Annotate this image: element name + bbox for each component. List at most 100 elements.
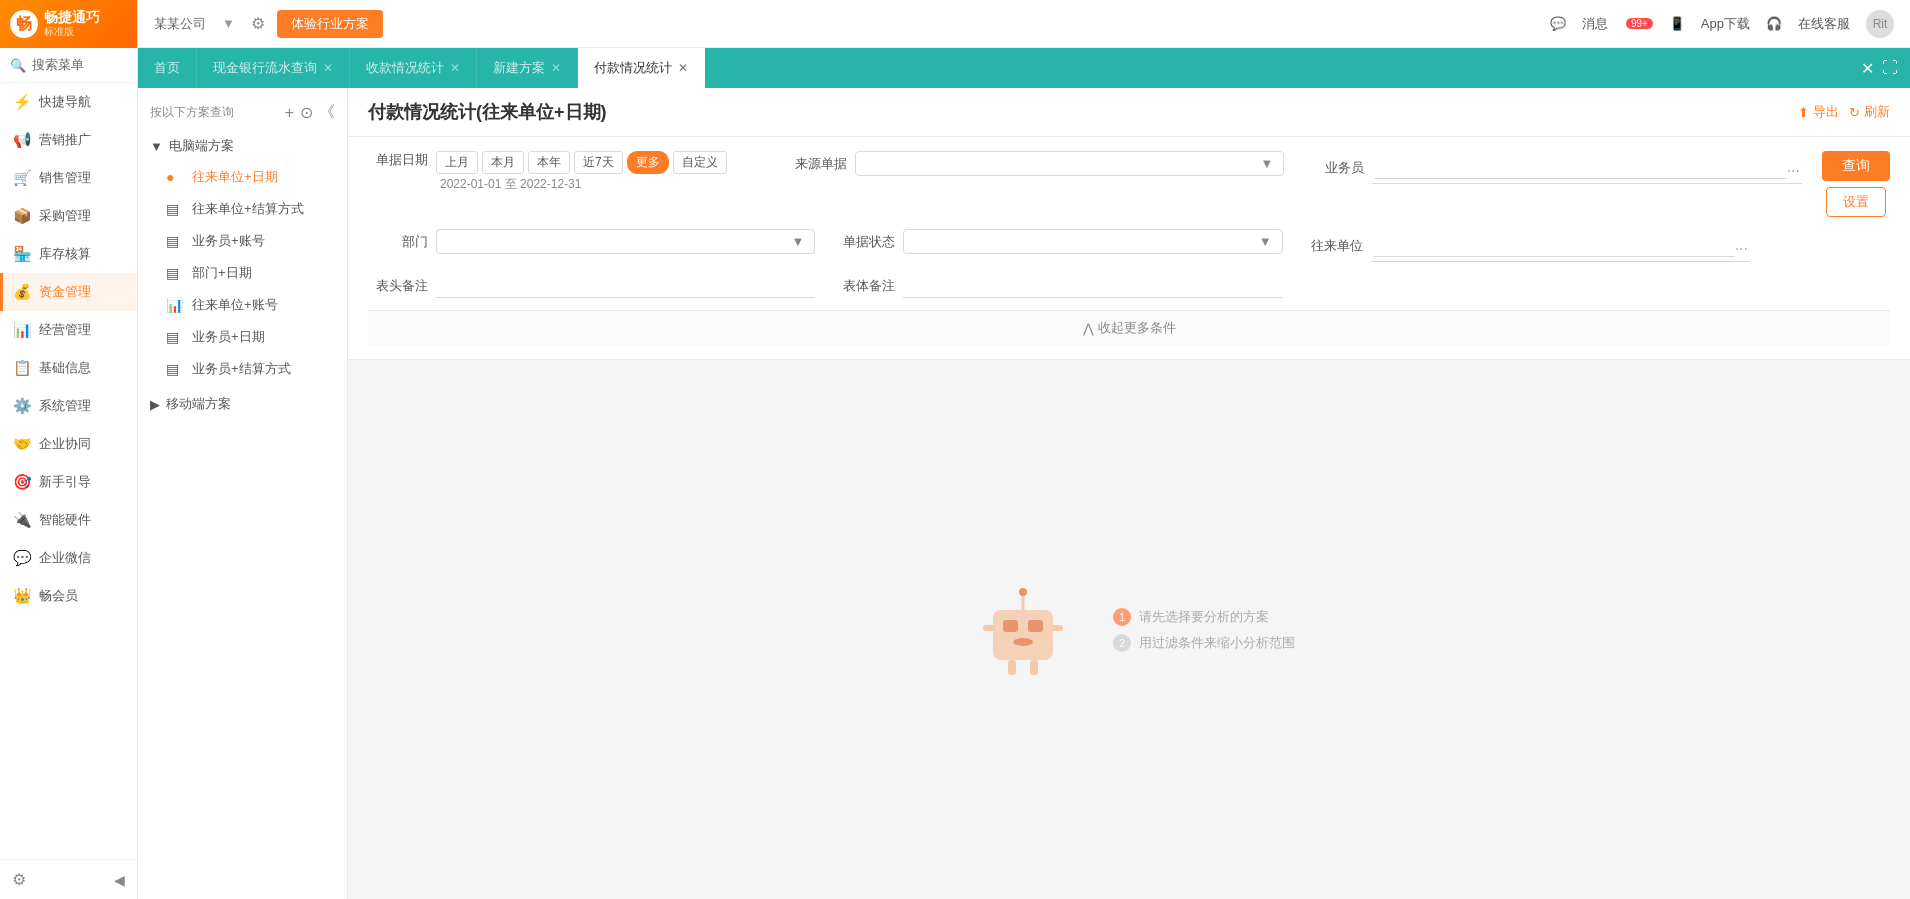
tab-payment-stats[interactable]: 付款情况统计 ✕ xyxy=(578,48,705,88)
tip-num-1: 1 xyxy=(1113,608,1131,626)
query-btn[interactable]: 查询 xyxy=(1822,151,1890,181)
sidebar-item-label: 销售管理 xyxy=(39,169,91,187)
online-service-label[interactable]: 在线客服 xyxy=(1798,15,1850,33)
left-panel-actions: + ⊙ 《 xyxy=(285,102,335,123)
sidebar-footer: ⚙ ◀ xyxy=(0,859,137,899)
tabbar-close-icon[interactable]: ✕ xyxy=(1861,59,1874,78)
sidebar-item-system[interactable]: ⚙️ 系统管理 xyxy=(0,387,137,425)
date-btn-last7[interactable]: 近7天 xyxy=(574,151,623,174)
app-download-label[interactable]: App下载 xyxy=(1701,15,1750,33)
sidebar-item-member[interactable]: 👑 畅会员 xyxy=(0,577,137,615)
date-btn-this-year[interactable]: 本年 xyxy=(528,151,570,174)
sidebar-item-operation[interactable]: 📊 经营管理 xyxy=(0,311,137,349)
content-header: 付款情况统计(往来单位+日期) ⬆ 导出 ↻ 刷新 xyxy=(348,88,1910,137)
footer-collapse-icon[interactable]: ◀ xyxy=(114,872,125,888)
date-label: 单据日期 xyxy=(368,151,428,169)
department-label: 部门 xyxy=(368,233,428,251)
messages-label[interactable]: 消息 xyxy=(1582,15,1608,33)
tab-payment-stats-close[interactable]: ✕ xyxy=(678,61,688,75)
scheme-item-0[interactable]: ● 往来单位+日期 xyxy=(138,161,347,193)
date-btn-custom[interactable]: 自定义 xyxy=(673,151,727,174)
sidebar-item-sales[interactable]: 🛒 销售管理 xyxy=(0,159,137,197)
department-select[interactable]: ▼ xyxy=(436,229,815,254)
topbar-gear-icon[interactable]: ⚙ xyxy=(251,14,265,33)
doc-status-select[interactable]: ▼ xyxy=(903,229,1282,254)
table-header-note-input[interactable] xyxy=(436,274,815,298)
sidebar-item-guide[interactable]: 🎯 新手引导 xyxy=(0,463,137,501)
sidebar-item-enterprise[interactable]: 🤝 企业协同 xyxy=(0,425,137,463)
scheme-item-2[interactable]: ▤ 业务员+账号 xyxy=(138,225,347,257)
left-panel-collapse-btn[interactable]: 《 xyxy=(319,102,335,123)
export-label: 导出 xyxy=(1813,103,1839,121)
hardware-icon: 🔌 xyxy=(13,511,31,529)
scheme-item-1[interactable]: ▤ 往来单位+结算方式 xyxy=(138,193,347,225)
sidebar-item-inventory[interactable]: 🏪 库存核算 xyxy=(0,235,137,273)
sidebar-item-label: 企业微信 xyxy=(39,549,91,567)
tab-bank-flow-close[interactable]: ✕ xyxy=(323,61,333,75)
sidebar-item-hardware[interactable]: 🔌 智能硬件 xyxy=(0,501,137,539)
sidebar-item-wechat[interactable]: 💬 企业微信 xyxy=(0,539,137,577)
page-title: 付款情况统计(往来单位+日期) xyxy=(368,100,607,124)
date-btn-this-month[interactable]: 本月 xyxy=(482,151,524,174)
tab-collection-stats[interactable]: 收款情况统计 ✕ xyxy=(350,48,477,88)
filter-row-2: 部门 ▼ 单据状态 ▼ 往来单位 xyxy=(368,229,1890,262)
export-icon: ⬆ xyxy=(1798,105,1809,120)
wechat-icon: 💬 xyxy=(13,549,31,567)
salesperson-dots[interactable]: ... xyxy=(1787,158,1800,176)
tabbar: 首页 现金银行流水查询 ✕ 收款情况统计 ✕ 新建方案 ✕ 付款情况统计 ✕ ✕… xyxy=(138,48,1910,88)
sidebar-item-purchase[interactable]: 📦 采购管理 xyxy=(0,197,137,235)
scheme-item-6[interactable]: ▤ 业务员+结算方式 xyxy=(138,353,347,385)
refresh-btn[interactable]: ↻ 刷新 xyxy=(1849,103,1890,121)
table-body-note-input[interactable] xyxy=(903,274,1282,298)
scheme-group-desktop-header[interactable]: ▼ 电脑端方案 xyxy=(138,131,347,161)
table-header-note-label: 表头备注 xyxy=(368,277,428,295)
sidebar-item-label: 系统管理 xyxy=(39,397,91,415)
sidebar-item-quick-nav[interactable]: ⚡ 快捷导航 xyxy=(0,83,137,121)
filter-area: 单据日期 上月 本月 本年 近7天 更多 自定义 2022-01-01 至 20… xyxy=(348,137,1910,360)
scheme-item-5[interactable]: ▤ 业务员+日期 xyxy=(138,321,347,353)
scheme-item-4[interactable]: 📊 往来单位+账号 xyxy=(138,289,347,321)
partner-input[interactable] xyxy=(1373,233,1735,257)
tabbar-expand-icon[interactable]: ⛶ xyxy=(1882,59,1898,77)
tab-bank-flow[interactable]: 现金银行流水查询 ✕ xyxy=(197,48,350,88)
tab-new-scheme[interactable]: 新建方案 ✕ xyxy=(477,48,578,88)
scheme-item-3[interactable]: ▤ 部门+日期 xyxy=(138,257,347,289)
refresh-label: 刷新 xyxy=(1864,103,1890,121)
sidebar: 畅 畅捷通巧 标准版 🔍 搜索菜单 ⚡ 快捷导航 📢 营销推广 🛒 销售管理 📦… xyxy=(0,0,138,899)
tip-2-text: 用过滤条件来缩小分析范围 xyxy=(1139,634,1295,652)
settings-btn[interactable]: 设置 xyxy=(1826,187,1886,217)
filter-date: 单据日期 上月 本月 本年 近7天 更多 自定义 2022-01-01 至 20… xyxy=(368,151,727,193)
trial-btn[interactable]: 体验行业方案 xyxy=(277,10,383,38)
tab-new-scheme-close[interactable]: ✕ xyxy=(551,61,561,75)
doc-status-label: 单据状态 xyxy=(835,233,895,251)
scheme-settings-btn[interactable]: ⊙ xyxy=(300,103,313,122)
avatar[interactable]: Rit xyxy=(1866,10,1894,38)
date-btns: 上月 本月 本年 近7天 更多 自定义 xyxy=(436,151,727,174)
filter-table-body-note: 表体备注 xyxy=(835,274,1282,298)
sidebar-item-label: 基础信息 xyxy=(39,359,91,377)
salesperson-input-wrap: ... xyxy=(1372,151,1802,184)
scheme-item-icon-4: 📊 xyxy=(166,297,184,313)
tab-home[interactable]: 首页 xyxy=(138,48,197,88)
export-btn[interactable]: ⬆ 导出 xyxy=(1798,103,1839,121)
salesperson-input[interactable] xyxy=(1374,155,1786,179)
scheme-item-icon-5: ▤ xyxy=(166,329,184,345)
sidebar-item-basic[interactable]: 📋 基础信息 xyxy=(0,349,137,387)
topbar: 某某公司 ▼ ⚙ 体验行业方案 💬 消息 99+ 📱 App下载 🎧 在线客服 … xyxy=(138,0,1910,48)
sidebar-search[interactable]: 🔍 搜索菜单 xyxy=(0,48,137,83)
scheme-item-label-4: 往来单位+账号 xyxy=(192,296,278,314)
sidebar-item-capital[interactable]: 💰 资金管理 xyxy=(0,273,137,311)
tab-collection-stats-close[interactable]: ✕ xyxy=(450,61,460,75)
collapse-bar[interactable]: ⋀ 收起更多条件 xyxy=(368,310,1890,345)
collapse-icon: ⋀ xyxy=(1083,321,1094,336)
date-btn-more[interactable]: 更多 xyxy=(627,151,669,174)
add-scheme-btn[interactable]: + xyxy=(285,104,294,122)
scheme-group-mobile-header[interactable]: ▶ 移动端方案 xyxy=(138,389,347,419)
sidebar-item-marketing[interactable]: 📢 营销推广 xyxy=(0,121,137,159)
logo-badge: 标准版 xyxy=(44,25,100,39)
date-btn-last-month[interactable]: 上月 xyxy=(436,151,478,174)
source-select[interactable]: ▼ xyxy=(855,151,1285,176)
footer-settings-icon[interactable]: ⚙ xyxy=(12,870,26,889)
partner-dots[interactable]: ... xyxy=(1735,236,1748,254)
filter-table-header-note: 表头备注 xyxy=(368,274,815,298)
